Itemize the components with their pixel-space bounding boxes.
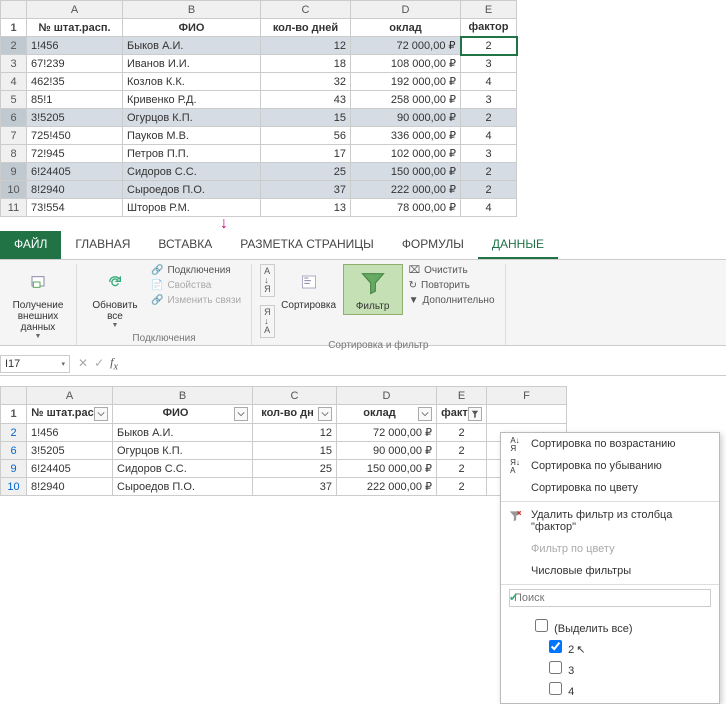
reapply-button[interactable]: ↻Повторить <box>407 279 497 292</box>
sort-desc-button[interactable]: Я↓А <box>260 305 275 338</box>
tab-formulas[interactable]: ФОРМУЛЫ <box>388 231 478 259</box>
funnel-icon <box>357 267 389 299</box>
column-filter-dropdown[interactable] <box>318 407 332 421</box>
cancel-formula-icon[interactable]: ✕ <box>78 356 88 370</box>
selected-cell: 2 <box>461 37 517 55</box>
table-row[interactable]: 108!2940Сыроедов П.О.37222 000,00 ₽2 <box>1 181 517 199</box>
table-row[interactable]: 96!24405Сидоров С.С.25150 000,00 ₽2 <box>1 163 517 181</box>
sort-descending-item[interactable]: Я↓А Сортировка по убыванию <box>501 455 719 477</box>
filter-by-color-item: Фильтр по цвету <box>501 538 719 560</box>
column-filter-dropdown[interactable] <box>418 407 432 421</box>
properties-icon: 📄 <box>151 280 163 291</box>
tab-home[interactable]: ГЛАВНАЯ <box>61 231 144 259</box>
top-spreadsheet-grid[interactable]: A B C D E 1 № штат.расп. ФИО кол-во дней… <box>0 0 518 217</box>
sort-asc-icon: А↓Я <box>507 437 523 453</box>
connections-button[interactable]: 🔗Подключения <box>149 264 243 277</box>
formula-bar: I17 ▾ ✕ ✓ fx <box>0 352 726 376</box>
sort-desc-icon: Я↓А <box>507 459 523 475</box>
advanced-icon: ▼ <box>409 295 419 306</box>
reapply-icon: ↻ <box>409 280 417 291</box>
autofilter-menu: А↓Я Сортировка по возрастанию Я↓А Сортир… <box>500 432 720 704</box>
properties-button[interactable]: 📄Свойства <box>149 279 243 292</box>
sort-ascending-item[interactable]: А↓Я Сортировка по возрастанию <box>501 433 719 455</box>
clear-filter-icon: ⌧ <box>409 265 421 276</box>
clear-column-filter-item[interactable]: Удалить фильтр из столбца "фактор" <box>501 504 719 538</box>
tab-page-layout[interactable]: РАЗМЕТКА СТРАНИЦЫ <box>226 231 388 259</box>
filtered-spreadsheet-grid[interactable]: A B C D E F 1 № штат.рас ФИО кол-во дн о… <box>0 386 567 496</box>
dropdown-caret-icon: ▾ <box>61 360 65 368</box>
table-row[interactable]: 63!5205Огурцов К.П.1590 000,00 ₽2 <box>1 442 567 460</box>
tab-file[interactable]: ФАЙЛ <box>0 231 61 259</box>
table-row[interactable]: 585!1Кривенко Р.Д.43258 000,00 ₽3 <box>1 91 517 109</box>
table-row[interactable]: 4462!35Козлов К.К.32192 000,00 ₽4 <box>1 73 517 91</box>
sort-button[interactable]: Сортировка <box>279 264 339 313</box>
ribbon-tabs: ФАЙЛ ГЛАВНАЯ ВСТАВКА РАЗМЕТКА СТРАНИЦЫ Ф… <box>0 231 726 260</box>
dropdown-caret-icon: ▼ <box>35 333 42 340</box>
column-filter-dropdown[interactable] <box>234 407 248 421</box>
check-icon: ✔ <box>509 591 518 604</box>
name-box[interactable]: I17 ▾ <box>0 355 70 373</box>
connections-icon: 🔗 <box>151 265 163 276</box>
group-label: Сортировка и фильтр <box>260 338 496 353</box>
dropdown-caret-icon: ▼ <box>112 322 119 329</box>
table-row[interactable]: 7725!450Пауков М.В.56336 000,00 ₽4 <box>1 127 517 145</box>
table-row[interactable]: 21!456Быков А.И.1272 000,00 ₽2 <box>1 424 567 442</box>
select-all-checkbox[interactable]: (Выделить все) <box>531 615 711 636</box>
table-row[interactable]: 367!239Иванов И.И.18108 000,00 ₽3 <box>1 55 517 73</box>
column-filter-dropdown[interactable] <box>94 407 108 421</box>
filter-button[interactable]: Фильтр <box>343 264 403 315</box>
table-row[interactable]: 63!5205Огурцов К.П.1590 000,00 ₽2 <box>1 109 517 127</box>
refresh-icon <box>99 266 131 298</box>
table-row[interactable]: 96!24405Сидоров С.С.25150 000,00 ₽2 <box>1 460 567 478</box>
edit-links-icon: 🔗 <box>151 295 163 306</box>
tab-data[interactable]: ДАННЫЕ <box>478 231 558 259</box>
external-data-icon <box>22 266 54 298</box>
refresh-all-button[interactable]: Обновить все ▼ <box>85 264 145 331</box>
arrow-down-hint-icon: ↓ <box>220 217 726 231</box>
clear-filter-button[interactable]: ⌧Очистить <box>407 264 497 277</box>
ribbon-body: Получение внешних данных ▼ Обновить все … <box>0 260 726 346</box>
cursor-icon: ↖ <box>576 644 585 656</box>
sort-asc-button[interactable]: А↓Я <box>260 264 275 297</box>
column-letters-row: A B C D E <box>1 1 517 19</box>
group-label: Подключения <box>85 331 243 346</box>
table-row[interactable]: 1173!554Шторов Р.М.1378 000,00 ₽4 <box>1 199 517 217</box>
filter-values-tree: (Выделить все) 2↖ 3 4 <box>501 611 719 703</box>
get-external-data-button[interactable]: Получение внешних данных ▼ <box>8 264 68 342</box>
table-header-row: 1 № штат.расп. ФИО кол-во дней оклад фак… <box>1 19 517 37</box>
filter-value-checkbox[interactable]: 4 <box>531 678 711 699</box>
sort-icon <box>293 266 325 298</box>
filter-value-checkbox[interactable]: 2↖ <box>531 636 711 657</box>
fx-icon[interactable]: fx <box>110 355 118 372</box>
sort-asc-icon: А↓Я <box>264 267 271 294</box>
clear-funnel-icon <box>507 508 523 524</box>
table-row[interactable]: 872!945Петров П.П.17102 000,00 ₽3 <box>1 145 517 163</box>
filter-value-checkbox[interactable]: 3 <box>531 657 711 678</box>
sort-by-color-item[interactable]: Сортировка по цвету <box>501 477 719 499</box>
column-filter-dropdown-active[interactable] <box>468 407 482 421</box>
filter-search-input[interactable] <box>509 589 711 607</box>
column-letters-row: A B C D E F <box>1 387 567 405</box>
number-filters-item[interactable]: Числовые фильтры <box>501 560 719 582</box>
accept-formula-icon[interactable]: ✓ <box>94 356 104 370</box>
sort-desc-icon: Я↓А <box>264 308 271 335</box>
tab-insert[interactable]: ВСТАВКА <box>144 231 226 259</box>
table-row[interactable]: 108!2940Сыроедов П.О.37222 000,00 ₽2 <box>1 478 567 496</box>
edit-links-button[interactable]: 🔗Изменить связи <box>149 294 243 307</box>
advanced-filter-button[interactable]: ▼Дополнительно <box>407 294 497 307</box>
table-header-row: 1 № штат.рас ФИО кол-во дн оклад факт <box>1 405 567 424</box>
table-row[interactable]: 2 1!456Быков А.И. 1272 000,00 ₽ 2 <box>1 37 517 55</box>
